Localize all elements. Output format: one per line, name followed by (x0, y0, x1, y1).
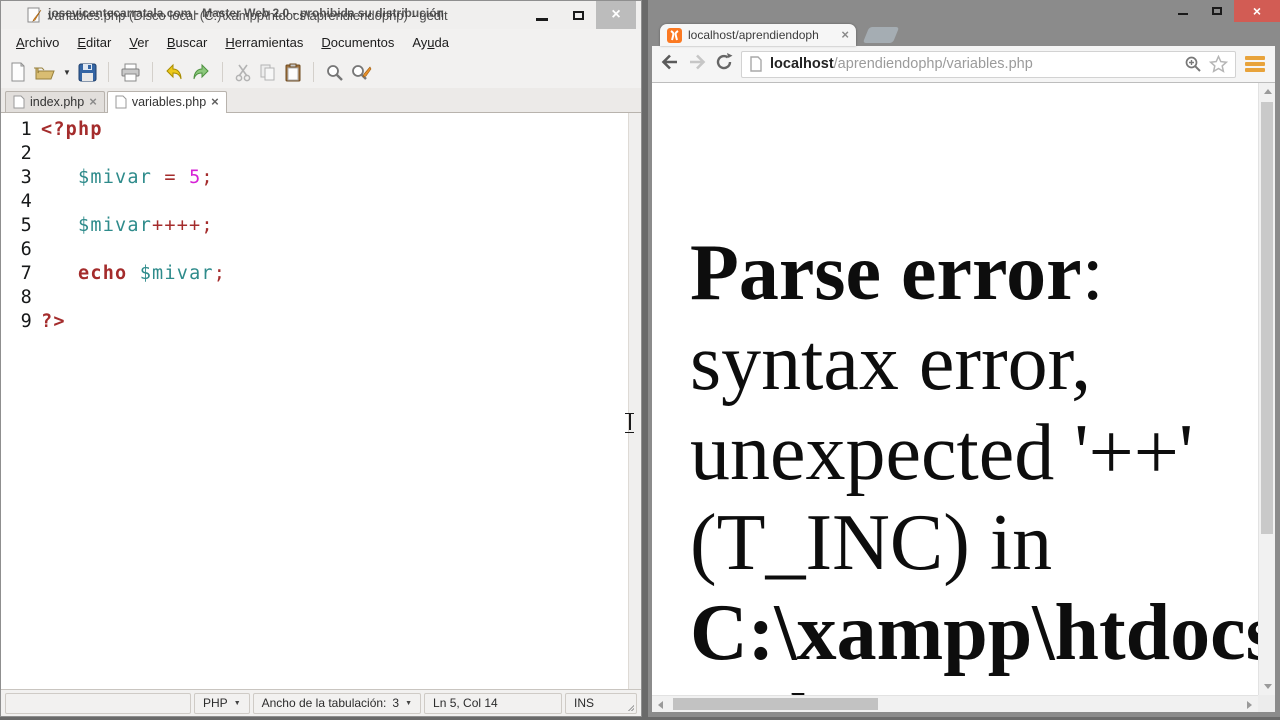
print-icon[interactable] (120, 63, 141, 82)
file-icon (13, 95, 25, 109)
close-button[interactable]: × (596, 1, 636, 29)
tab-close-icon[interactable]: × (211, 95, 219, 108)
horizontal-scrollbar[interactable] (652, 695, 1258, 712)
code-line: 8 (20, 287, 33, 308)
gedit-app-icon (27, 7, 43, 28)
scroll-up-icon[interactable] (1264, 89, 1272, 94)
gedit-toolbar: ▼ (1, 56, 641, 88)
watermark-text: josevicentecarratala.com - Master Web 2.… (48, 6, 444, 20)
browser-tabstrip: localhost/aprendiendoph × (648, 22, 1280, 46)
statusbar-message-area (5, 692, 191, 714)
search-replace-icon[interactable] (351, 63, 372, 82)
tab-width-selector[interactable]: Ancho de la tabulación: 3 ▼ (252, 692, 422, 714)
code-line: 1 <?php (20, 119, 103, 140)
code-area: 1 <?php 2 3 $mivar = 5; 4 5 $mivar++++; 6… (1, 113, 641, 334)
browser-client-area: localhost/aprendiendophp/variables.php P… (652, 46, 1275, 712)
gedit-menubar: Archivo Editar Ver Buscar Herramientas D… (1, 29, 641, 56)
editor-scrollbar[interactable] (628, 113, 641, 689)
browser-titlebar: × (648, 0, 1280, 22)
new-document-icon[interactable] (9, 62, 27, 82)
code-editor[interactable]: 1 <?php 2 3 $mivar = 5; 4 5 $mivar++++; 6… (1, 113, 641, 689)
gedit-tabbar: index.php × variables.php × (1, 88, 641, 113)
error-page: Parse error: syntax error, unexpected '+… (652, 83, 1258, 695)
bookmark-star-icon[interactable] (1209, 55, 1228, 73)
code-line: 6 (20, 239, 33, 260)
scroll-down-icon[interactable] (1264, 684, 1272, 689)
tab-title: localhost/aprendiendoph (688, 28, 836, 42)
code-line: 2 (20, 143, 33, 164)
back-icon[interactable] (660, 52, 680, 77)
error-line: on line 5 (690, 678, 1258, 695)
minimize-button[interactable] (1166, 0, 1200, 22)
scroll-right-icon[interactable] (1247, 701, 1252, 709)
gedit-window: variables.php (Disco local (C:)\xampp\ht… (0, 0, 642, 717)
menu-editar[interactable]: Editar (70, 32, 118, 53)
scroll-left-icon[interactable] (658, 701, 663, 709)
menu-ayuda[interactable]: Ayuda (405, 32, 456, 53)
maximize-button[interactable] (1200, 0, 1234, 22)
error-line: C:\xampp\htdocs\aprendiendophp\variables… (690, 589, 1258, 677)
tab-label: variables.php (131, 95, 207, 109)
menu-herramientas[interactable]: Herramientas (218, 32, 310, 53)
horizontal-scroll-thumb[interactable] (673, 698, 878, 710)
address-bar[interactable]: localhost/aprendiendophp/variables.php (741, 50, 1236, 78)
zoom-level-icon[interactable] (1184, 55, 1202, 73)
menu-documentos[interactable]: Documentos (314, 32, 401, 53)
browser-menu-icon[interactable] (1243, 54, 1267, 74)
chevron-down-icon: ▼ (405, 699, 413, 707)
language-selector[interactable]: PHP ▼ (194, 692, 250, 714)
gedit-statusbar: PHP ▼ Ancho de la tabulación: 3 ▼ Ln 5, Col… (1, 689, 641, 716)
menu-buscar[interactable]: Buscar (160, 32, 214, 53)
menu-ver[interactable]: Ver (122, 32, 156, 53)
ibeam-cursor-pointer (625, 413, 634, 433)
browser-window: × localhost/aprendiendoph × localhost/ap… (648, 0, 1280, 717)
gedit-title-area: variables.php (Disco local (C:)\xampp\ht… (48, 1, 518, 29)
tab-label: index.php (30, 95, 85, 109)
error-line: Parse error: (690, 229, 1104, 317)
error-line: (T_INC) in (690, 499, 1053, 587)
menu-archivo[interactable]: Archivo (9, 32, 66, 53)
code-line: 7 echo $mivar; (20, 263, 227, 284)
code-line: 3 $mivar = 5; (20, 167, 214, 188)
cursor-position: Ln 5, Col 14 (424, 692, 563, 714)
tab-index-php[interactable]: index.php × (5, 91, 105, 112)
vertical-scrollbar[interactable] (1258, 83, 1275, 695)
code-line: 4 (20, 191, 33, 212)
code-line: 9 ?> (20, 311, 66, 332)
error-line: unexpected '++' (690, 409, 1194, 497)
copy-icon[interactable] (259, 63, 277, 82)
search-icon[interactable] (325, 63, 344, 82)
resize-grip[interactable] (626, 702, 634, 711)
forward-icon[interactable] (687, 52, 707, 77)
close-button[interactable]: × (1234, 0, 1280, 22)
minimize-button[interactable] (524, 1, 560, 29)
new-tab-button[interactable] (862, 27, 900, 43)
url-text[interactable]: localhost/aprendiendophp/variables.php (770, 56, 1177, 72)
browser-viewport: Parse error: syntax error, unexpected '+… (652, 83, 1275, 712)
open-file-icon[interactable] (34, 62, 55, 82)
redo-icon[interactable] (191, 63, 211, 81)
xampp-favicon (667, 27, 682, 43)
code-line: 5 $mivar++++; (20, 215, 214, 236)
scrollbar-corner (1258, 695, 1275, 712)
page-icon (750, 56, 762, 72)
paste-icon[interactable] (284, 63, 302, 82)
tab-variables-php[interactable]: variables.php × (106, 91, 227, 113)
tab-close-icon[interactable]: × (841, 28, 849, 41)
open-dropdown-icon[interactable]: ▼ (63, 68, 71, 77)
chevron-down-icon: ▼ (233, 699, 241, 707)
cut-icon[interactable] (234, 63, 252, 82)
save-icon[interactable] (78, 63, 97, 82)
reload-icon[interactable] (714, 52, 734, 77)
gedit-titlebar: variables.php (Disco local (C:)\xampp\ht… (1, 1, 641, 29)
vertical-scroll-thumb[interactable] (1261, 102, 1273, 534)
tab-close-icon[interactable]: × (89, 95, 97, 108)
undo-icon[interactable] (164, 63, 184, 81)
browser-toolbar: localhost/aprendiendophp/variables.php (652, 46, 1275, 83)
file-icon (115, 95, 127, 109)
insert-mode-indicator: INS (565, 692, 637, 714)
error-line: syntax error, (690, 319, 1092, 407)
maximize-button[interactable] (560, 1, 596, 29)
browser-tab[interactable]: localhost/aprendiendoph × (660, 24, 856, 46)
